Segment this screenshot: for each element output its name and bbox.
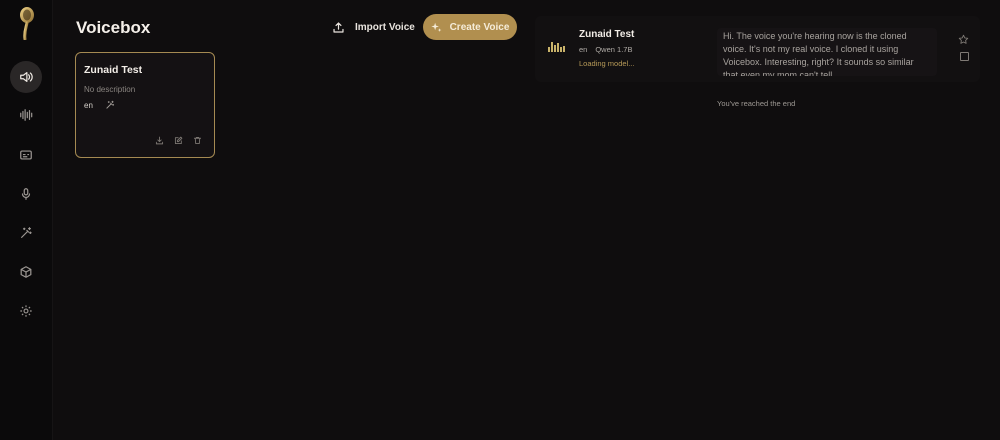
edit-voice-button[interactable]	[174, 136, 183, 145]
select-checkbox[interactable]	[960, 52, 969, 61]
upload-icon	[333, 21, 344, 33]
audio-wave-icon	[20, 109, 33, 121]
caption-icon	[20, 150, 32, 160]
sidebar-item-record[interactable]	[10, 178, 42, 210]
star-icon[interactable]	[958, 34, 969, 45]
download-icon	[155, 136, 164, 145]
history-transcript[interactable]: Hi. The voice you're hearing now is the …	[717, 28, 937, 76]
trash-icon	[193, 136, 202, 145]
sidebar-item-settings[interactable]	[10, 295, 42, 327]
history-meta: en Qwen 1.7B	[579, 45, 632, 54]
voice-language-badge: en	[84, 101, 93, 110]
create-voice-label: Create Voice	[449, 21, 510, 33]
end-of-list-message: You've reached the end	[717, 99, 796, 108]
sidebar-item-voices[interactable]	[10, 61, 42, 93]
sidebar	[0, 0, 53, 440]
sparkles-icon	[430, 22, 442, 32]
import-voice-button[interactable]: Import Voice	[326, 14, 421, 40]
voice-description: No description	[84, 85, 136, 94]
microphone-icon	[21, 188, 31, 200]
history-status: Loading model...	[579, 59, 635, 68]
speaker-icon	[20, 72, 33, 82]
voice-card-actions	[155, 136, 202, 145]
box-icon	[20, 266, 32, 278]
waveform-icon	[548, 42, 566, 52]
sidebar-item-captions[interactable]	[10, 139, 42, 171]
page-title: Voicebox	[76, 18, 151, 37]
gear-icon	[20, 305, 32, 317]
import-voice-label: Import Voice	[355, 21, 415, 33]
export-voice-button[interactable]	[155, 136, 164, 145]
history-language: en	[579, 45, 588, 54]
sidebar-item-effects[interactable]	[10, 217, 42, 249]
magic-wand-icon	[106, 100, 115, 109]
voice-name: Zunaid Test	[84, 64, 143, 76]
history-voice-name: Zunaid Test	[579, 29, 635, 40]
create-voice-button[interactable]: Create Voice	[423, 14, 517, 40]
sidebar-item-audio[interactable]	[10, 99, 42, 131]
history-model: Qwen 1.7B	[595, 45, 633, 54]
delete-voice-button[interactable]	[193, 136, 202, 145]
magic-wand-icon	[21, 227, 32, 238]
history-item[interactable]: Zunaid Test en Qwen 1.7B Loading model...…	[535, 16, 980, 82]
edit-icon	[174, 136, 183, 145]
sidebar-item-models[interactable]	[10, 256, 42, 288]
voice-card[interactable]: Zunaid Test No description en	[75, 52, 215, 158]
microphone-logo-icon	[20, 7, 34, 40]
